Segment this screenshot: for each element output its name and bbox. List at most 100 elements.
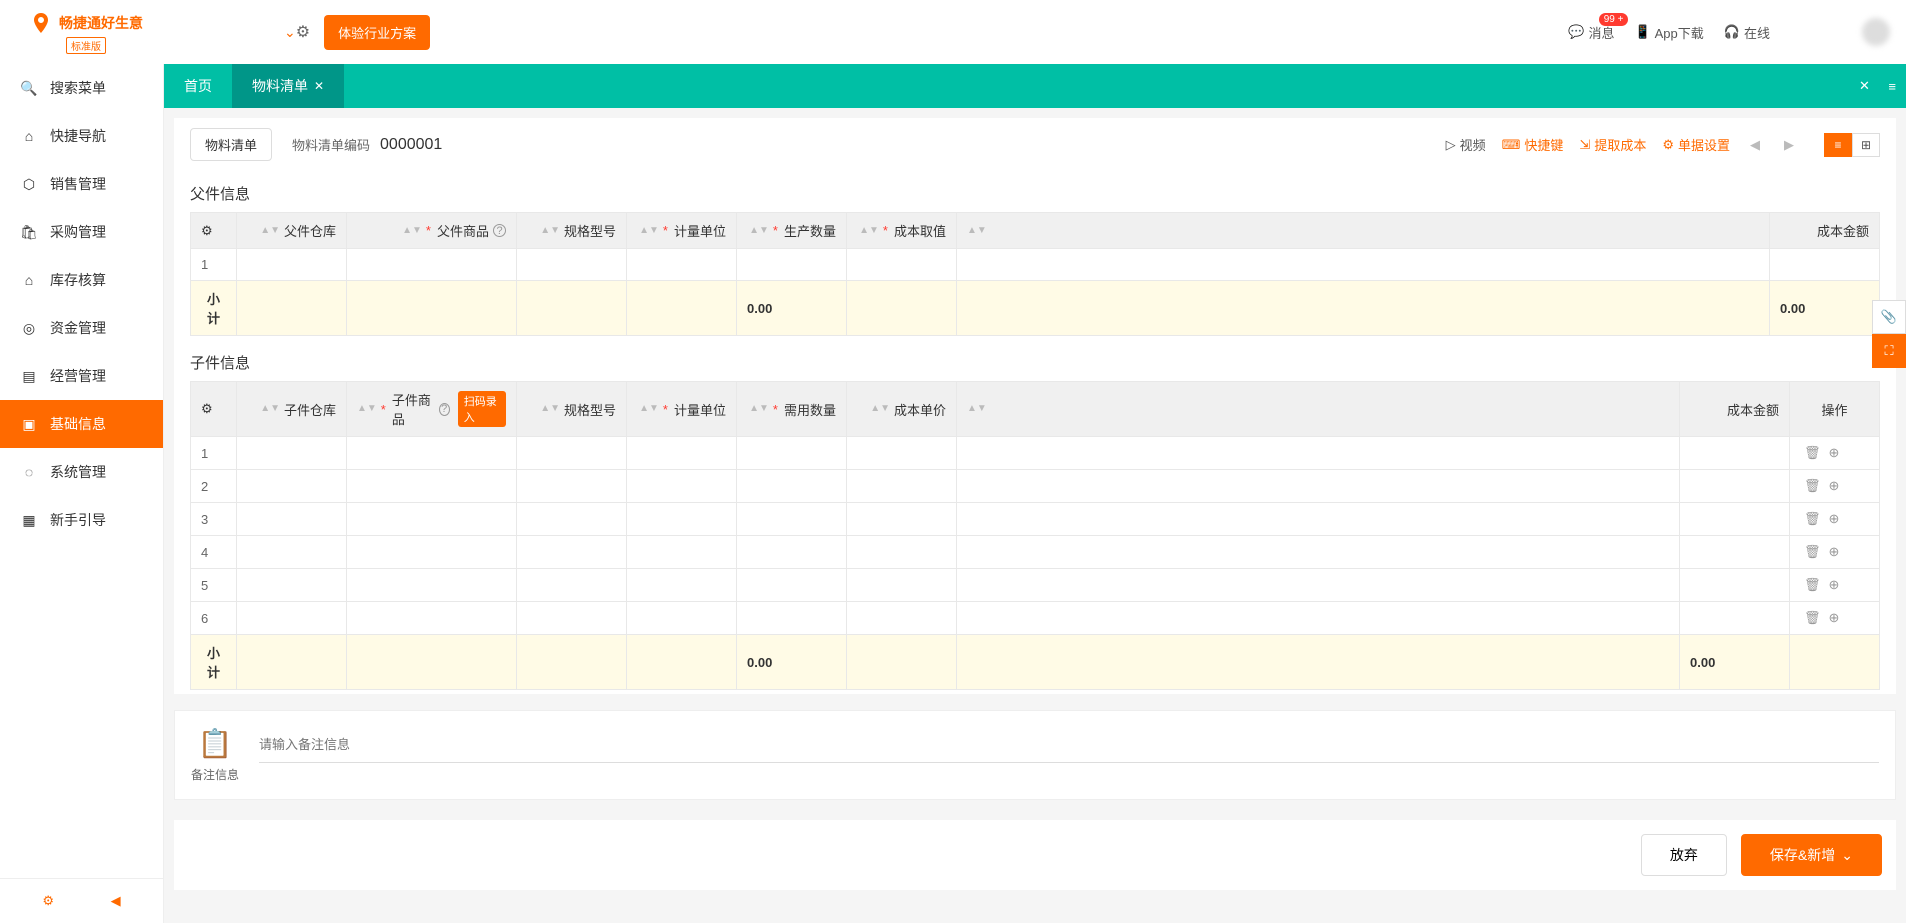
footer-gear-icon[interactable]: ⚙	[42, 893, 54, 909]
collapse-icon[interactable]: ◀	[111, 893, 121, 909]
delete-row-icon[interactable]: 🗑	[1804, 577, 1821, 592]
brand-edition: 标准版	[66, 37, 106, 54]
delete-row-icon[interactable]: 🗑	[1804, 511, 1821, 526]
child-col-price[interactable]: ▲▼成本单价	[847, 382, 957, 437]
add-row-icon[interactable]: ⊕	[1829, 445, 1840, 460]
child-row[interactable]: 6🗑⊕	[191, 602, 1880, 635]
finance-icon: ◎	[20, 319, 38, 337]
child-row[interactable]: 5🗑⊕	[191, 569, 1880, 602]
close-all-tabs-icon[interactable]: ✕	[1850, 72, 1878, 100]
add-row-icon[interactable]: ⊕	[1829, 577, 1840, 592]
view-card-icon[interactable]: ⊞	[1852, 133, 1880, 157]
parent-col-wh[interactable]: ▲▼父件仓库	[237, 213, 347, 249]
sidebar-item-finance[interactable]: ◎资金管理	[0, 304, 163, 352]
extract-cost-link[interactable]: ⇲提取成本	[1579, 135, 1646, 154]
parent-col-unit[interactable]: ▲▼*计量单位	[627, 213, 737, 249]
shortcut-link[interactable]: ⌨快捷键	[1502, 135, 1564, 154]
child-col-unit[interactable]: ▲▼*计量单位	[627, 382, 737, 437]
app-download-button[interactable]: 📱 App下载	[1634, 23, 1703, 42]
child-col-goods[interactable]: ▲▼*子件商品?扫码录入	[347, 382, 517, 437]
sidebar-item-purchase[interactable]: 🛍采购管理	[0, 208, 163, 256]
sidebar-item-basic[interactable]: ▣基础信息	[0, 400, 163, 448]
basic-icon: ▣	[20, 415, 38, 433]
child-table: ⚙ ▲▼子件仓库 ▲▼*子件商品?扫码录入 ▲▼规格型号 ▲▼*计量单位 ▲▼*…	[190, 381, 1880, 690]
parent-gear-header[interactable]: ⚙	[191, 213, 237, 249]
save-new-button[interactable]: 保存&新增⌄	[1741, 834, 1882, 876]
avatar[interactable]	[1862, 18, 1890, 46]
discard-button[interactable]: 放弃	[1641, 834, 1727, 876]
parent-section: 父件信息 ⚙ ▲▼父件仓库 ▲▼*父件商品? ▲▼规格型号 ▲▼*计量单位 ▲▼…	[174, 171, 1896, 340]
mobile-icon: 📱	[1634, 24, 1650, 40]
page-code: 0000001	[380, 136, 442, 154]
delete-row-icon[interactable]: 🗑	[1804, 544, 1821, 559]
child-col-wh[interactable]: ▲▼子件仓库	[237, 382, 347, 437]
remark-section: 📋 备注信息	[174, 710, 1896, 800]
chevron-down-icon: ⌄	[1841, 847, 1853, 864]
parent-col-spec[interactable]: ▲▼规格型号	[517, 213, 627, 249]
child-row[interactable]: 3🗑⊕	[191, 503, 1880, 536]
remark-label: 备注信息	[191, 766, 239, 783]
experience-button[interactable]: 体验行业方案	[324, 15, 430, 50]
sidebar-item-search[interactable]: 🔍搜索菜单	[0, 64, 163, 112]
tab-bom[interactable]: 物料清单 ✕	[232, 64, 344, 108]
child-subtotal: 小计0.000.00	[191, 635, 1880, 690]
header-right: 💬 消息 99 + 📱 App下载 🎧 在线	[1568, 18, 1890, 46]
child-gear-header[interactable]: ⚙	[191, 382, 237, 437]
add-row-icon[interactable]: ⊕	[1829, 511, 1840, 526]
gear-icon: ⚙	[1662, 137, 1674, 153]
sidebar-item-operation[interactable]: ▤经营管理	[0, 352, 163, 400]
next-doc-icon[interactable]: ▶	[1780, 137, 1798, 153]
parent-col-goods[interactable]: ▲▼*父件商品?	[347, 213, 517, 249]
keyboard-icon: ⌨	[1502, 137, 1521, 153]
sidebar-item-system[interactable]: ◌系统管理	[0, 448, 163, 496]
child-col-spec[interactable]: ▲▼规格型号	[517, 382, 627, 437]
messages-button[interactable]: 💬 消息 99 +	[1568, 23, 1614, 42]
page-tab[interactable]: 物料清单	[190, 128, 272, 161]
add-row-icon[interactable]: ⊕	[1829, 544, 1840, 559]
child-row[interactable]: 1🗑⊕	[191, 437, 1880, 470]
headset-icon: 🎧	[1724, 24, 1740, 40]
child-title: 子件信息	[190, 352, 1880, 373]
child-section: 子件信息 ⚙ ▲▼子件仓库 ▲▼*子件商品?扫码录入 ▲▼规格型号 ▲▼*计量单…	[174, 340, 1896, 694]
delete-row-icon[interactable]: 🗑	[1804, 445, 1821, 460]
chevron-down-icon: ⌄	[284, 24, 296, 41]
view-list-icon[interactable]: ≡	[1824, 133, 1852, 157]
sidebar-footer: ⚙ ◀	[0, 878, 163, 923]
delete-row-icon[interactable]: 🗑	[1804, 478, 1821, 493]
sidebar: 🔍搜索菜单 ⌂快捷导航 ⬡销售管理 🛍采购管理 ⌂库存核算 ◎资金管理 ▤经营管…	[0, 64, 164, 923]
tab-home[interactable]: 首页	[164, 64, 232, 108]
parent-col-cost[interactable]: ▲▼*成本取值	[847, 213, 957, 249]
org-settings-icon[interactable]: ⚙	[296, 22, 310, 42]
child-row[interactable]: 4🗑⊕	[191, 536, 1880, 569]
sidebar-item-quicknav[interactable]: ⌂快捷导航	[0, 112, 163, 160]
sidebar-item-inventory[interactable]: ⌂库存核算	[0, 256, 163, 304]
org-selector[interactable]: ⌄	[196, 23, 296, 42]
operation-icon: ▤	[20, 367, 38, 385]
parent-col-qty[interactable]: ▲▼*生产数量	[737, 213, 847, 249]
attachment-icon[interactable]: 📎	[1872, 300, 1906, 334]
prev-doc-icon[interactable]: ◀	[1746, 137, 1764, 153]
app-label: App下载	[1655, 23, 1704, 42]
sidebar-item-guide[interactable]: ▦新手引导	[0, 496, 163, 544]
add-row-icon[interactable]: ⊕	[1829, 610, 1840, 625]
add-row-icon[interactable]: ⊕	[1829, 478, 1840, 493]
info-icon: ?	[493, 224, 506, 237]
sidebar-item-sales[interactable]: ⬡销售管理	[0, 160, 163, 208]
child-row[interactable]: 2🗑⊕	[191, 470, 1880, 503]
messages-badge: 99 +	[1599, 13, 1629, 26]
float-panel: 📎 ⛶	[1872, 300, 1906, 368]
expand-icon[interactable]: ⛶	[1872, 334, 1906, 368]
parent-row[interactable]: 1	[191, 249, 1880, 281]
doc-settings-link[interactable]: ⚙单据设置	[1662, 135, 1730, 154]
child-col-amt[interactable]: 成本金额	[1680, 382, 1790, 437]
tabbar-menu-icon[interactable]: ≡	[1888, 79, 1896, 94]
scan-tag[interactable]: 扫码录入	[458, 391, 506, 427]
online-support-button[interactable]: 🎧 在线	[1724, 23, 1770, 42]
brand-icon	[29, 11, 53, 35]
delete-row-icon[interactable]: 🗑	[1804, 610, 1821, 625]
child-col-qty[interactable]: ▲▼*需用数量	[737, 382, 847, 437]
remark-input[interactable]	[259, 727, 1879, 763]
video-link[interactable]: ▷视频	[1446, 135, 1486, 154]
parent-col-amt[interactable]: 成本金额	[1770, 213, 1880, 249]
close-icon[interactable]: ✕	[314, 79, 324, 93]
